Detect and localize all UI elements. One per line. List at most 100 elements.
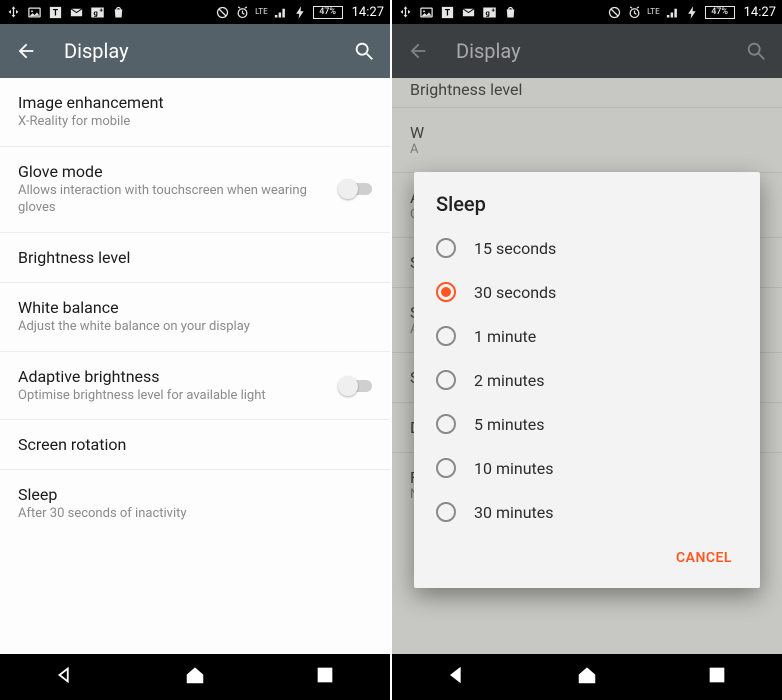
nav-recent-button[interactable] [314, 664, 336, 690]
google-plus-icon: g+ [482, 5, 497, 20]
svg-text:g: g [93, 8, 97, 17]
row-title: Image enhancement [18, 93, 372, 112]
battery-pct: 47% [313, 6, 343, 19]
nav-bar [392, 654, 782, 700]
row-image-enhancement[interactable]: Image enhancement X-Reality for mobile [0, 78, 390, 147]
sleep-option[interactable]: 10 minutes [414, 446, 760, 490]
app-bar-dimmed: Display [392, 24, 782, 78]
row-brightness-level[interactable]: Brightness level [0, 233, 390, 283]
dialog-title: Sleep [414, 192, 760, 226]
radio-icon[interactable] [436, 458, 456, 478]
sleep-option[interactable]: 30 minutes [414, 490, 760, 534]
sleep-option[interactable]: 15 seconds [414, 226, 760, 270]
row-title: Glove mode [18, 162, 326, 181]
radio-label: 5 minutes [474, 415, 545, 434]
radio-label: 15 seconds [474, 239, 556, 258]
alarm-icon [627, 5, 642, 20]
settings-list-dimmed: Brightness level WA AO li S SA S D Font … [392, 78, 782, 654]
battery-pct: 47% [705, 6, 735, 19]
row-title: Adaptive brightness [18, 367, 326, 386]
row-sleep[interactable]: Sleep After 30 seconds of inactivity [0, 470, 390, 538]
row-glove-mode[interactable]: Glove mode Allows interaction with touch… [0, 147, 390, 233]
radio-label: 10 minutes [474, 459, 554, 478]
do-not-disturb-icon [607, 5, 622, 20]
nav-recent-button[interactable] [706, 664, 728, 690]
row-white-balance[interactable]: White balance Adjust the white balance o… [0, 283, 390, 352]
shopping-icon [503, 5, 518, 20]
row-subtitle: Allows interaction with touchscreen when… [18, 183, 326, 217]
phone-left: T g+ LTE 47% 14:27 Display [0, 0, 390, 700]
lte-label: LTE [647, 8, 660, 16]
status-bar: T g+ LTE 47% 14:27 [0, 0, 390, 24]
sleep-dialog: Sleep 15 seconds 30 seconds 1 minute 2 minu… [414, 172, 760, 588]
radio-icon[interactable] [436, 502, 456, 522]
radio-label: 30 minutes [474, 503, 554, 522]
signal-icon [273, 5, 288, 20]
row-title: Brightness level [18, 248, 372, 267]
signal-icon [665, 5, 680, 20]
radio-label: 30 seconds [474, 283, 556, 302]
app-bar: Display [0, 24, 390, 78]
row-title: White balance [18, 298, 372, 317]
shopping-icon [111, 5, 126, 20]
search-button [744, 39, 768, 63]
usb-icon [6, 5, 21, 20]
status-bar: T g+ LTE 47% 14:27 [392, 0, 782, 24]
row-subtitle: After 30 seconds of inactivity [18, 506, 372, 523]
search-button[interactable] [352, 39, 376, 63]
row-adaptive-brightness[interactable]: Adaptive brightness Optimise brightness … [0, 352, 390, 421]
nav-home-button[interactable] [184, 664, 206, 690]
nav-home-button[interactable] [576, 664, 598, 690]
page-title: Display [456, 39, 521, 63]
radio-label: 1 minute [474, 327, 536, 346]
settings-list: Image enhancement X-Reality for mobile G… [0, 78, 390, 654]
back-button[interactable] [14, 39, 38, 63]
svg-text:g: g [485, 8, 489, 17]
do-not-disturb-icon [215, 5, 230, 20]
radio-icon[interactable] [436, 238, 456, 258]
google-plus-icon: g+ [90, 5, 105, 20]
mail-icon [461, 5, 476, 20]
sleep-option[interactable]: 1 minute [414, 314, 760, 358]
nav-back-button[interactable] [54, 664, 76, 690]
svg-text:T: T [445, 8, 451, 18]
sleep-option[interactable]: 5 minutes [414, 402, 760, 446]
radio-icon[interactable] [436, 282, 456, 302]
clock: 14:27 [744, 5, 776, 20]
phone-right: T g+ LTE 47% 14:27 Display Brightness le… [392, 0, 782, 700]
glove-mode-toggle[interactable] [338, 179, 372, 199]
row-subtitle: Adjust the white balance on your display [18, 319, 372, 336]
nav-back-button[interactable] [446, 664, 468, 690]
row-title: Screen rotation [18, 435, 372, 454]
radio-icon[interactable] [436, 326, 456, 346]
cancel-button[interactable]: CANCEL [666, 542, 742, 574]
svg-text:T: T [53, 8, 59, 18]
svg-text:+: + [100, 6, 104, 14]
clock: 14:27 [352, 5, 384, 20]
radio-icon[interactable] [436, 370, 456, 390]
row-subtitle: Optimise brightness level for available … [18, 388, 326, 405]
radio-icon[interactable] [436, 414, 456, 434]
mail-icon [69, 5, 84, 20]
row-subtitle: X-Reality for mobile [18, 114, 372, 131]
nav-bar [0, 654, 390, 700]
radio-label: 2 minutes [474, 371, 545, 390]
adaptive-brightness-toggle[interactable] [338, 376, 372, 396]
row-screen-rotation[interactable]: Screen rotation [0, 420, 390, 470]
row-title: Sleep [18, 485, 372, 504]
battery-indicator: 47% [313, 6, 343, 19]
sleep-option[interactable]: 30 seconds [414, 270, 760, 314]
page-title: Display [64, 39, 129, 63]
usb-icon [398, 5, 413, 20]
back-button [406, 39, 430, 63]
text-icon: T [440, 5, 455, 20]
bolt-icon [293, 5, 308, 20]
lte-label: LTE [255, 8, 268, 16]
battery-indicator: 47% [705, 6, 735, 19]
text-icon: T [48, 5, 63, 20]
image-icon [27, 5, 42, 20]
sleep-option[interactable]: 2 minutes [414, 358, 760, 402]
alarm-icon [235, 5, 250, 20]
bolt-icon [685, 5, 700, 20]
dialog-actions: CANCEL [414, 534, 760, 580]
